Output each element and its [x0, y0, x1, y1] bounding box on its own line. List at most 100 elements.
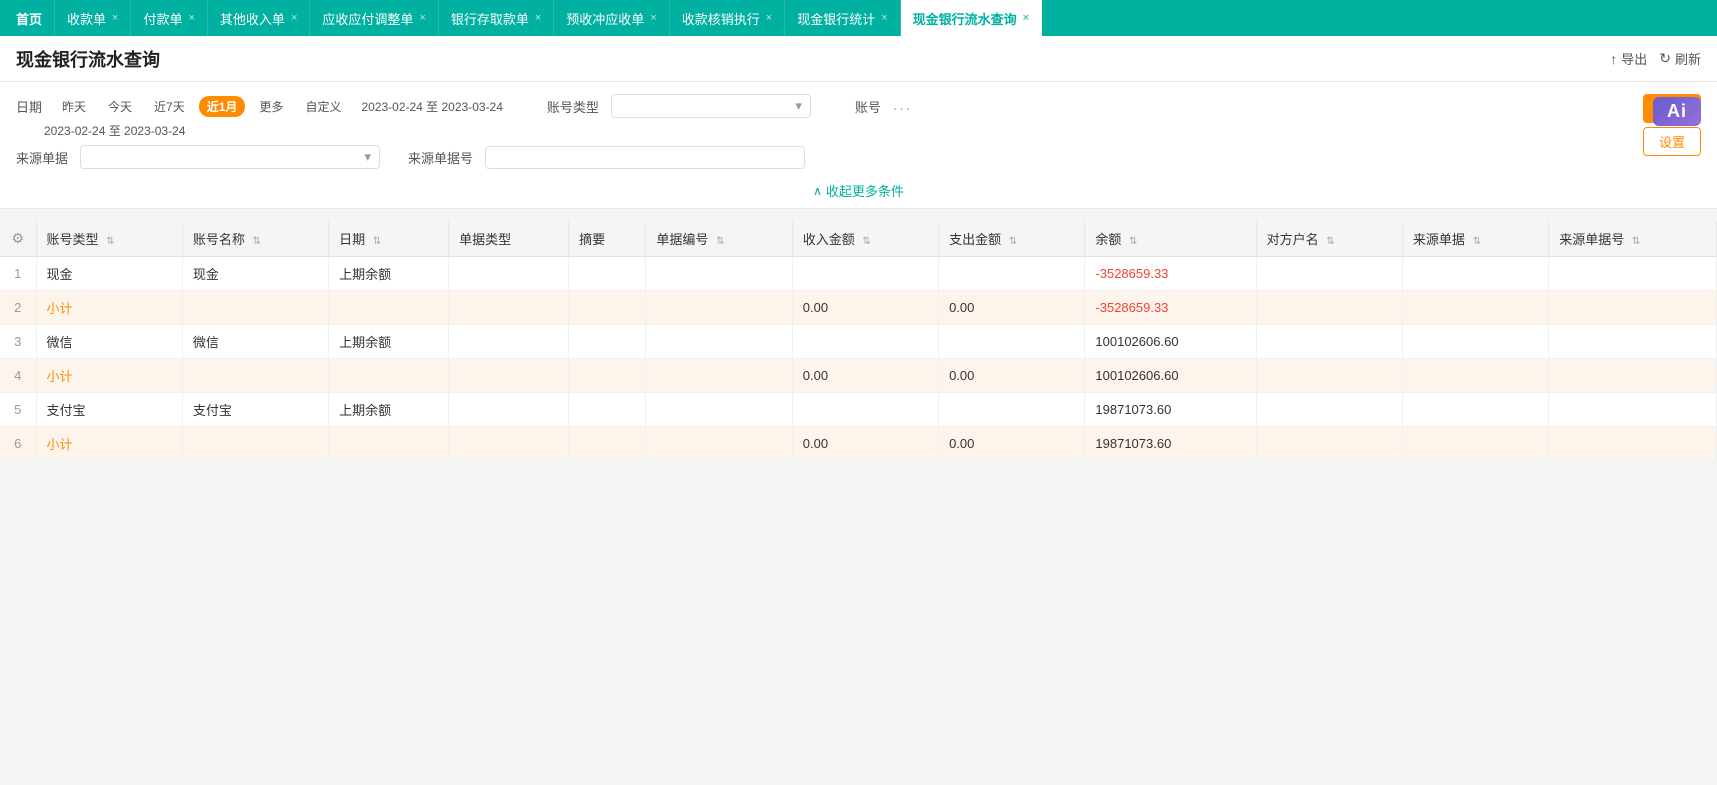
nav-tab-fukuan[interactable]: 付款单 × — [131, 0, 207, 36]
nav-tab-shoukuanxiaoxiao[interactable]: 收款核销执行 × — [670, 0, 785, 36]
col-balance[interactable]: 余额 ⇅ — [1085, 221, 1256, 257]
row-income — [792, 325, 938, 359]
export-icon: ↑ — [1610, 51, 1617, 67]
col-expense[interactable]: 支出金额 ⇅ — [939, 221, 1085, 257]
row-balance: -3528659.33 — [1085, 291, 1256, 325]
date-option-more[interactable]: 更多 — [251, 96, 291, 117]
source-doc-select[interactable]: ▾ — [80, 145, 380, 169]
table-row[interactable]: 1 现金 现金 上期余额 -3528659.33 — [0, 257, 1717, 291]
close-icon[interactable]: × — [766, 12, 772, 24]
col-doc-no[interactable]: 单据编号 ⇅ — [646, 221, 792, 257]
row-expense — [939, 393, 1085, 427]
row-doc-no — [646, 393, 792, 427]
row-doc-no — [646, 359, 792, 393]
date-option-custom[interactable]: 自定义 — [297, 96, 349, 117]
col-source-doc-no[interactable]: 来源单据号 ⇅ — [1549, 221, 1717, 257]
row-counterparty — [1256, 427, 1402, 461]
row-income — [792, 393, 938, 427]
date-option-1month[interactable]: 近1月 — [199, 96, 246, 117]
table-row[interactable]: 2 小计 0.00 0.00 -3528659.33 — [0, 291, 1717, 325]
col-date[interactable]: 日期 ⇅ — [329, 221, 449, 257]
account-dots[interactable]: ... — [893, 97, 912, 115]
table-body: 1 现金 现金 上期余额 -3528659.33 2 小计 0.00 0.00 … — [0, 257, 1717, 461]
refresh-icon: ↻ — [1659, 50, 1671, 67]
row-no: 2 — [0, 291, 36, 325]
close-icon[interactable]: × — [419, 12, 425, 24]
date-option-7days[interactable]: 近7天 — [146, 96, 193, 117]
close-icon[interactable]: × — [881, 12, 887, 24]
row-source-doc — [1402, 393, 1548, 427]
date-range-display: 2023-02-24 至 2023-03-24 — [44, 124, 185, 138]
sort-icon: ⇅ — [1009, 236, 1017, 247]
col-account-type[interactable]: 账号类型 ⇅ — [36, 221, 182, 257]
settings-button[interactable]: 设置 — [1643, 127, 1701, 156]
table-header: ⚙ 账号类型 ⇅ 账号名称 ⇅ 日期 ⇅ 单据类型 摘要 — [0, 221, 1717, 257]
date-option-today[interactable]: 今天 — [100, 96, 140, 117]
row-source-doc — [1402, 427, 1548, 461]
sort-icon: ⇅ — [1326, 236, 1334, 247]
nav-tab-liushui-active[interactable]: 现金银行流水查询 × — [901, 0, 1042, 36]
table-row[interactable]: 3 微信 微信 上期余额 100102606.60 — [0, 325, 1717, 359]
row-account-type: 小计 — [36, 359, 182, 393]
collapse-row[interactable]: ∧ 收起更多条件 — [16, 177, 1701, 200]
date-option-yesterday[interactable]: 昨天 — [54, 96, 94, 117]
nav-tab-yinhangcuquan[interactable]: 银行存取款单 × — [439, 0, 554, 36]
col-settings[interactable]: ⚙ — [0, 221, 36, 257]
row-counterparty — [1256, 291, 1402, 325]
row-date — [329, 427, 449, 461]
row-expense — [939, 325, 1085, 359]
sort-icon: ⇅ — [862, 236, 870, 247]
close-icon[interactable]: × — [188, 12, 194, 24]
page-title: 现金银行流水查询 — [16, 46, 160, 72]
table-row[interactable]: 4 小计 0.00 0.00 100102606.60 — [0, 359, 1717, 393]
nav-tab-yingshouyingfu[interactable]: 应收应付调整单 × — [310, 0, 438, 36]
row-date: 上期余额 — [329, 325, 449, 359]
nav-home[interactable]: 首页 — [4, 0, 55, 36]
col-income[interactable]: 收入金额 ⇅ — [792, 221, 938, 257]
close-icon[interactable]: × — [535, 12, 541, 24]
sort-icon: ⇅ — [1473, 236, 1481, 247]
row-doc-no — [646, 325, 792, 359]
nav-tab-yushou[interactable]: 预收冲应收单 × — [554, 0, 669, 36]
row-no: 4 — [0, 359, 36, 393]
row-date — [329, 359, 449, 393]
export-button[interactable]: ↑ 导出 — [1610, 49, 1647, 68]
row-balance: -3528659.33 — [1085, 257, 1256, 291]
row-account-name — [182, 427, 328, 461]
nav-tab-xianjinyinhang[interactable]: 现金银行统计 × — [785, 0, 900, 36]
collapse-label: 收起更多条件 — [826, 181, 904, 200]
table-row[interactable]: 5 支付宝 支付宝 上期余额 19871073.60 — [0, 393, 1717, 427]
header-actions: ↑ 导出 ↻ 刷新 — [1610, 49, 1701, 68]
account-type-select[interactable]: ▾ — [611, 94, 811, 118]
row-account-type: 现金 — [36, 257, 182, 291]
account-label: 账号 — [855, 97, 881, 116]
row-balance: 19871073.60 — [1085, 427, 1256, 461]
col-counterparty[interactable]: 对方户名 ⇅ — [1256, 221, 1402, 257]
close-icon[interactable]: × — [291, 12, 297, 24]
col-source-doc[interactable]: 来源单据 ⇅ — [1402, 221, 1548, 257]
row-summary — [569, 325, 646, 359]
row-source-doc — [1402, 325, 1548, 359]
settings-icon[interactable]: ⚙ — [11, 230, 24, 246]
nav-tab-qitashouru[interactable]: 其他收入单 × — [208, 0, 310, 36]
close-icon[interactable]: × — [1023, 12, 1029, 24]
row-doc-type — [449, 257, 569, 291]
table-row[interactable]: 6 小计 0.00 0.00 19871073.60 — [0, 427, 1717, 461]
refresh-button[interactable]: ↻ 刷新 — [1659, 49, 1701, 68]
page-header: 现金银行流水查询 ↑ 导出 ↻ 刷新 — [0, 36, 1717, 82]
close-icon[interactable]: × — [112, 12, 118, 24]
row-balance: 100102606.60 — [1085, 359, 1256, 393]
filter-bar: 日期 昨天 今天 近7天 近1月 更多 自定义 2023-02-24 至 202… — [0, 82, 1717, 209]
sort-icon: ⇅ — [106, 236, 114, 247]
row-account-name — [182, 291, 328, 325]
nav-tab-shoudan[interactable]: 收款单 × — [55, 0, 131, 36]
row-account-name: 支付宝 — [182, 393, 328, 427]
close-icon[interactable]: × — [650, 12, 656, 24]
source-doc-no-label: 来源单据号 — [408, 148, 473, 167]
ai-button[interactable]: Ai — [1653, 97, 1701, 126]
col-account-name[interactable]: 账号名称 ⇅ — [182, 221, 328, 257]
source-doc-no-input[interactable] — [485, 146, 805, 169]
date-options: 昨天 今天 近7天 近1月 更多 自定义 — [54, 96, 349, 117]
row-doc-type — [449, 427, 569, 461]
row-income: 0.00 — [792, 427, 938, 461]
